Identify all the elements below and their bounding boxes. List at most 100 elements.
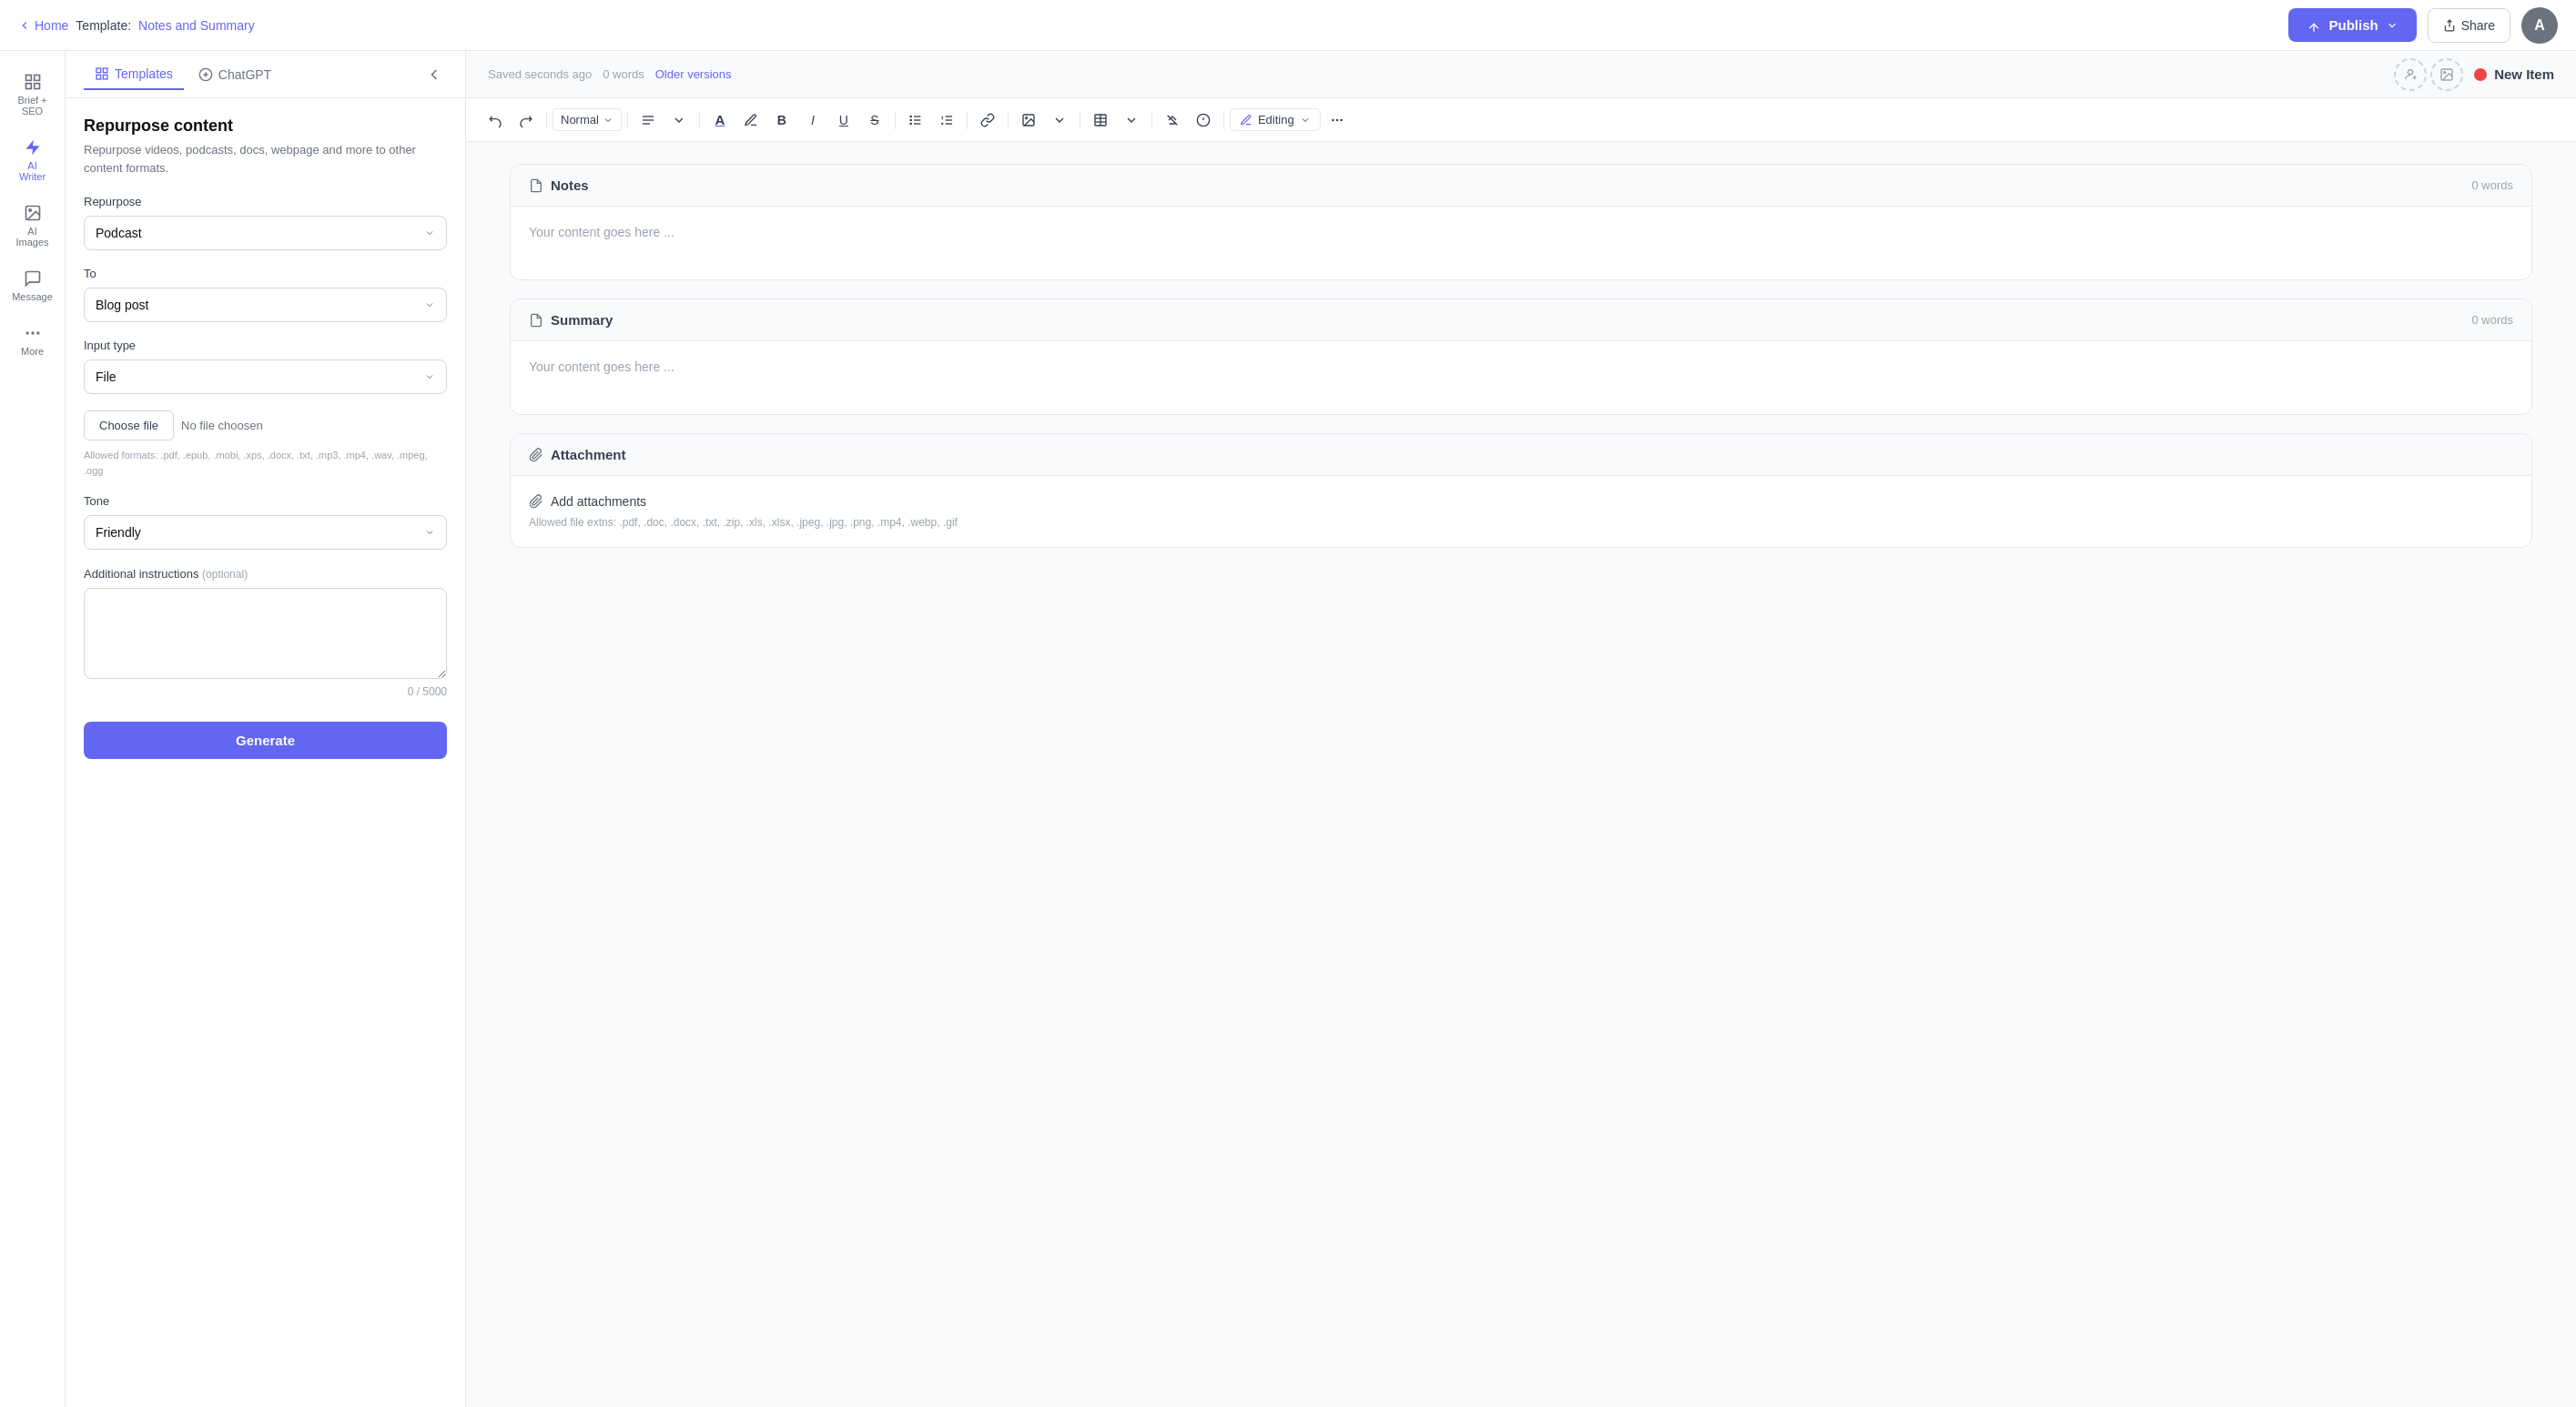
words-text: 0 words bbox=[603, 67, 644, 81]
svg-rect-11 bbox=[96, 75, 101, 79]
text-color-button[interactable]: A bbox=[705, 106, 735, 135]
svg-rect-0 bbox=[25, 76, 31, 81]
to-select[interactable]: Blog post Social post Email Podcast bbox=[84, 288, 447, 322]
editor-area: Saved seconds ago 0 words Older versions… bbox=[466, 51, 2576, 1407]
image-dropdown-button[interactable] bbox=[1045, 106, 1074, 135]
toolbar-divider-9 bbox=[1223, 111, 1224, 129]
toolbar-divider-2 bbox=[627, 111, 628, 129]
top-right-actions: Publish Share A bbox=[2288, 7, 2558, 44]
template-name: Notes and Summary bbox=[138, 18, 255, 33]
sidebar-item-message[interactable]: Message bbox=[4, 262, 62, 309]
clear-format-button[interactable] bbox=[1158, 106, 1187, 135]
normal-style-select[interactable]: Normal bbox=[553, 108, 622, 131]
more-options-button[interactable] bbox=[1323, 106, 1352, 135]
italic-button[interactable]: I bbox=[798, 106, 827, 135]
svg-point-37 bbox=[1332, 118, 1334, 121]
file-input-group: Choose file No file choosen Allowed form… bbox=[84, 410, 447, 478]
table-dropdown-button[interactable] bbox=[1117, 106, 1146, 135]
svg-rect-2 bbox=[25, 84, 31, 89]
user-avatar[interactable]: A bbox=[2521, 7, 2558, 44]
publish-button[interactable]: Publish bbox=[2288, 8, 2416, 42]
underline-button[interactable]: U bbox=[829, 106, 858, 135]
svg-rect-9 bbox=[96, 68, 101, 73]
breadcrumb-prefix: Template: bbox=[76, 18, 131, 33]
attachment-title: Attachment bbox=[529, 447, 626, 462]
sidebar-item-ai-images[interactable]: AI Images bbox=[4, 197, 62, 255]
svg-point-6 bbox=[25, 331, 28, 334]
input-type-label: Input type bbox=[84, 339, 447, 352]
summary-word-count: 0 words bbox=[2471, 313, 2513, 327]
additional-label: Additional instructions (optional) bbox=[84, 567, 248, 581]
bold-button[interactable]: B bbox=[767, 106, 796, 135]
undo-button[interactable] bbox=[481, 106, 510, 135]
older-versions-link[interactable]: Older versions bbox=[655, 67, 732, 81]
editing-mode-selector[interactable]: Editing bbox=[1230, 108, 1321, 131]
table-button[interactable] bbox=[1086, 106, 1115, 135]
additional-textarea[interactable] bbox=[84, 588, 447, 679]
tab-chatgpt-label: ChatGPT bbox=[218, 67, 271, 82]
editing-mode-label: Editing bbox=[1258, 113, 1294, 127]
summary-title-text: Summary bbox=[551, 312, 613, 328]
share-label: Share bbox=[2461, 18, 2495, 33]
svg-point-7 bbox=[31, 331, 34, 334]
svg-rect-12 bbox=[103, 75, 107, 79]
home-link[interactable]: Home bbox=[18, 18, 68, 33]
strikethrough-button[interactable]: S bbox=[860, 106, 889, 135]
special-char-button[interactable] bbox=[1189, 106, 1218, 135]
repurpose-select[interactable]: Podcast Video Blog post Social post bbox=[84, 216, 447, 250]
attachment-title-text: Attachment bbox=[551, 447, 626, 462]
choose-file-button[interactable]: Choose file bbox=[84, 410, 174, 440]
file-input-row: Choose file No file choosen bbox=[84, 410, 447, 440]
char-count: 0 / 5000 bbox=[84, 685, 447, 698]
highlight-button[interactable] bbox=[736, 106, 766, 135]
share-image-icon-button[interactable] bbox=[2430, 58, 2463, 91]
align-button[interactable] bbox=[634, 106, 663, 135]
publish-label: Publish bbox=[2328, 17, 2378, 33]
bullet-list-button[interactable] bbox=[901, 106, 930, 135]
repurpose-title: Repurpose content bbox=[84, 116, 447, 136]
toolbar-divider-5 bbox=[967, 111, 968, 129]
notes-word-count: 0 words bbox=[2471, 178, 2513, 192]
summary-placeholder: Your content goes here ... bbox=[529, 359, 2513, 374]
attachment-section-header: Attachment bbox=[511, 434, 2531, 476]
top-bar: Home Template: Notes and Summary Publish… bbox=[0, 0, 2576, 51]
align-dropdown-button[interactable] bbox=[664, 106, 694, 135]
image-button[interactable] bbox=[1014, 106, 1043, 135]
ordered-list-button[interactable] bbox=[932, 106, 961, 135]
svg-point-16 bbox=[2444, 71, 2446, 73]
svg-point-39 bbox=[1340, 118, 1343, 121]
share-button[interactable]: Share bbox=[2428, 8, 2510, 43]
svg-point-25 bbox=[910, 123, 911, 124]
additional-form-group: Additional instructions (optional) 0 / 5… bbox=[84, 566, 447, 698]
generate-button[interactable]: Generate bbox=[84, 722, 447, 759]
link-button[interactable] bbox=[973, 106, 1002, 135]
summary-body[interactable]: Your content goes here ... bbox=[511, 341, 2531, 414]
notes-section: Notes 0 words Your content goes here ... bbox=[510, 164, 2532, 280]
attachment-formats: Allowed file extns: .pdf, .doc, .docx, .… bbox=[529, 516, 2513, 529]
svg-rect-1 bbox=[34, 76, 39, 81]
toolbar-divider-3 bbox=[699, 111, 700, 129]
svg-point-38 bbox=[1335, 118, 1338, 121]
redo-button[interactable] bbox=[512, 106, 541, 135]
input-type-form-group: Input type File URL Text bbox=[84, 339, 447, 394]
tab-chatgpt[interactable]: ChatGPT bbox=[188, 60, 282, 89]
new-item-label: New Item bbox=[2494, 66, 2554, 82]
new-item-display: New Item bbox=[2474, 66, 2554, 82]
toolbar-divider-8 bbox=[1151, 111, 1152, 129]
sidebar-item-more[interactable]: More bbox=[4, 317, 62, 364]
tone-select[interactable]: Friendly Professional Casual Formal bbox=[84, 515, 447, 550]
add-user-icon-button[interactable] bbox=[2394, 58, 2427, 91]
sidebar-item-brief-seo[interactable]: Brief + SEO bbox=[4, 66, 62, 124]
sidebar-label-more: More bbox=[21, 346, 44, 357]
collapse-panel-button[interactable] bbox=[421, 62, 447, 87]
saved-text: Saved seconds ago bbox=[488, 67, 592, 81]
sidebar-item-ai-writer[interactable]: AI Writer bbox=[4, 131, 62, 189]
notes-body[interactable]: Your content goes here ... bbox=[511, 207, 2531, 279]
additional-instructions-label: Additional instructions bbox=[84, 567, 198, 581]
attachment-body: Add attachments Allowed file extns: .pdf… bbox=[511, 476, 2531, 547]
add-attachments-button[interactable]: Add attachments bbox=[529, 494, 2513, 509]
tab-templates[interactable]: Templates bbox=[84, 59, 184, 90]
summary-section-header: Summary 0 words bbox=[511, 299, 2531, 341]
input-type-select[interactable]: File URL Text bbox=[84, 359, 447, 394]
to-form-group: To Blog post Social post Email Podcast bbox=[84, 267, 447, 322]
